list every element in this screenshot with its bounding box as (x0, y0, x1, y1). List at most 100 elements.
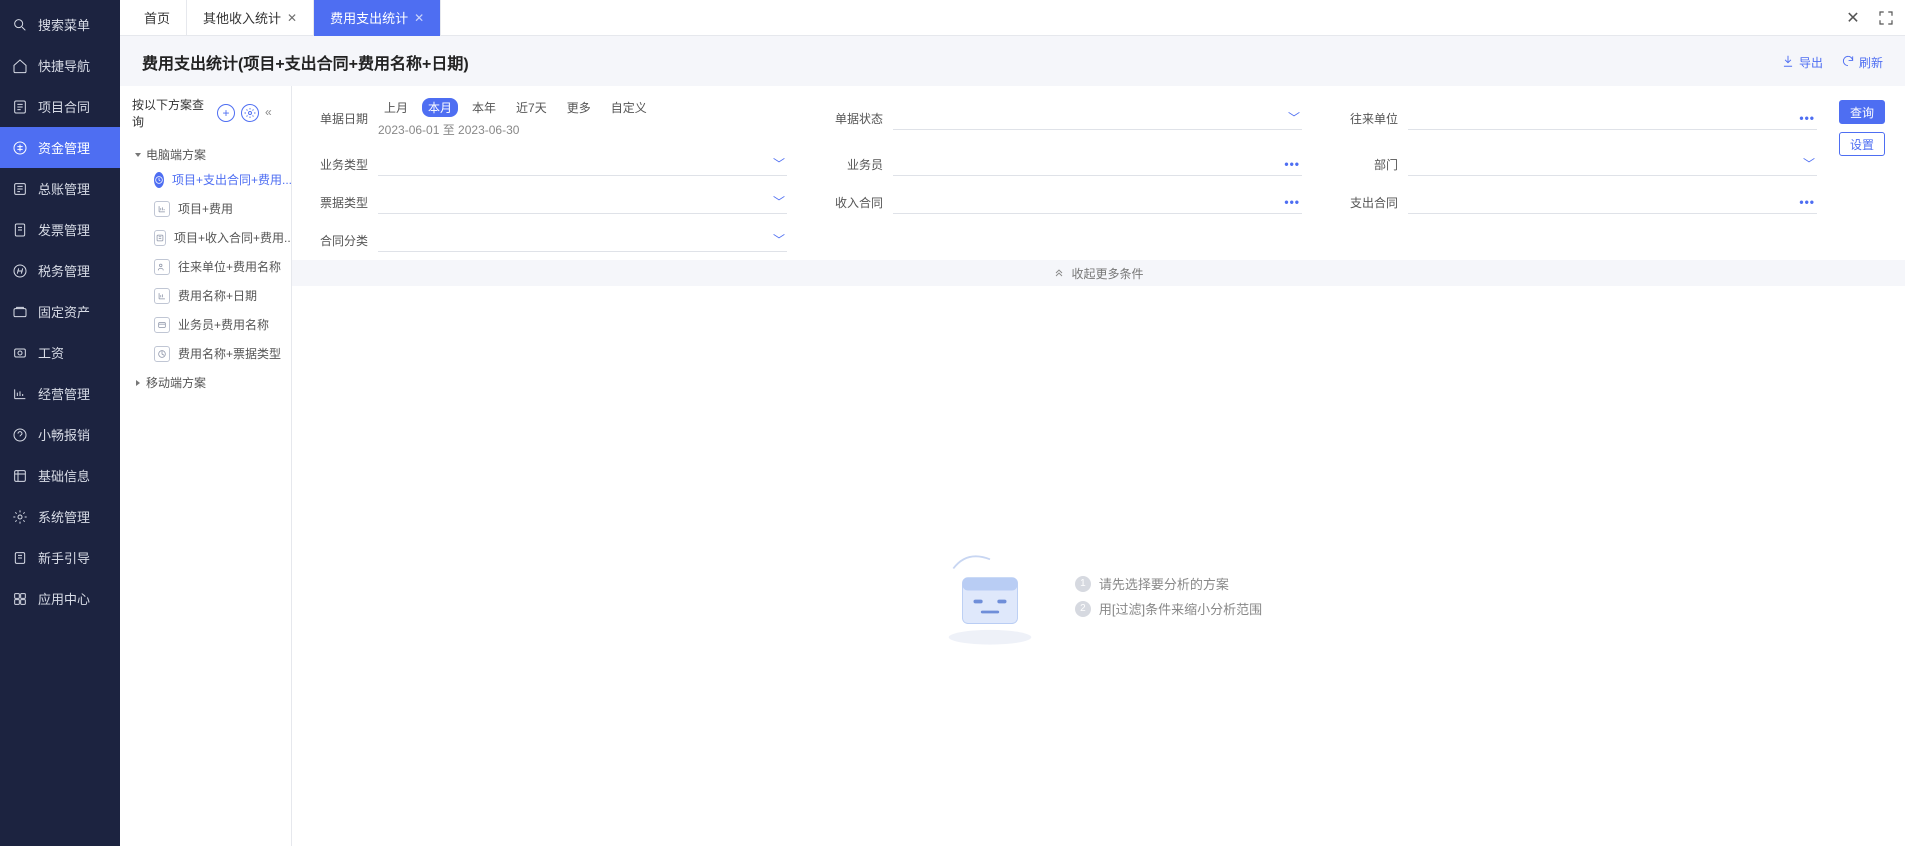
sidebar-item-label: 资金管理 (38, 138, 90, 157)
plan-settings-button[interactable] (241, 104, 259, 122)
plan-item-0-3[interactable]: 往来单位+费用名称 (120, 252, 291, 281)
sidebar-item-label: 新手引导 (38, 548, 90, 567)
sidebar-item-appcenter[interactable]: 应用中心 (0, 578, 120, 619)
sidebar-item-quicknav[interactable]: 快捷导航 (0, 45, 120, 86)
tab-close-icon[interactable]: ✕ (414, 11, 424, 25)
sidebar-item-label: 税务管理 (38, 261, 90, 280)
ellipsis-icon: ••• (1799, 195, 1815, 209)
plan-item-0-0[interactable]: 项目+支出合同+费用... (120, 165, 291, 194)
chevron-down-icon: ﹀ (773, 231, 785, 248)
biztype-select[interactable]: ﹀ (378, 152, 787, 176)
tab-home[interactable]: 首页 (128, 0, 187, 36)
sidebar-item-label: 小畅报销 (38, 425, 90, 444)
filter-billtype: 票据类型﹀ (312, 190, 787, 214)
date-opt-上月[interactable]: 上月 (378, 98, 414, 117)
partner-lookup[interactable]: ••• (1408, 106, 1817, 130)
plan-item-0-5[interactable]: 业务员+费用名称 (120, 310, 291, 339)
empty-step-2: 2 用[过滤]条件来缩小分析范围 (1075, 599, 1262, 618)
plan-tree: 电脑端方案项目+支出合同+费用... 项目+费用项目+收入合同+费用... 往来单位… (120, 140, 291, 401)
plan-item-0-1[interactable]: 项目+费用 (120, 194, 291, 223)
page-title: 费用支出统计(项目+支出合同+费用名称+日期) (142, 50, 469, 74)
empty-step-2-text: 用[过滤]条件来缩小分析范围 (1099, 599, 1262, 618)
date-opt-本月[interactable]: 本月 (422, 98, 458, 117)
sidebar-item-guide[interactable]: 新手引导 (0, 537, 120, 578)
sidebar-item-label: 系统管理 (38, 507, 90, 526)
collapse-filters-bar[interactable]: 收起更多条件 (292, 260, 1905, 286)
salesman-lookup[interactable]: ••• (893, 152, 1302, 176)
sidebar-item-search[interactable]: 搜索菜单 (0, 4, 120, 45)
plan-item-label: 费用名称+日期 (178, 287, 257, 304)
chevron-up-icon (1053, 266, 1065, 281)
settings-button[interactable]: 设置 (1839, 132, 1885, 156)
sidebar-item-operation[interactable]: 经营管理 (0, 373, 120, 414)
sidebar-item-xiaochang[interactable]: 小畅报销 (0, 414, 120, 455)
add-plan-button[interactable]: + (217, 104, 235, 122)
chevron-icon (136, 380, 140, 386)
sidebar-item-label: 项目合同 (38, 97, 90, 116)
plan-item-icon (154, 346, 170, 362)
contract_cat-select[interactable]: ﹀ (378, 228, 787, 252)
plan-item-icon (154, 201, 170, 217)
sidebar-item-project-contract[interactable]: 项目合同 (0, 86, 120, 127)
plan-group-1[interactable]: 移动端方案 (120, 368, 291, 393)
chevron-down-icon: ﹀ (773, 155, 785, 172)
plan-collapse-button[interactable]: « (265, 105, 281, 121)
filter-label: 收入合同 (827, 194, 883, 211)
empty-state: 1 请先选择要分析的方案 2 用[过滤]条件来缩小分析范围 (292, 286, 1905, 846)
date-opt-自定义[interactable]: 自定义 (605, 98, 653, 117)
filters: 单据日期上月本月本年近7天更多自定义2023-06-01 至 2023-06-3… (292, 86, 1905, 260)
filter-label: 合同分类 (312, 232, 368, 249)
sidebar-item-fund[interactable]: 资金管理 (0, 127, 120, 168)
fund-icon (12, 140, 28, 156)
sidebar-item-ledger[interactable]: 总账管理 (0, 168, 120, 209)
tabs-close-all[interactable]: ✕ (1841, 6, 1865, 30)
fixed-asset-icon (12, 304, 28, 320)
tab-close-icon[interactable]: ✕ (287, 11, 297, 25)
sidebar-item-salary[interactable]: 工资 (0, 332, 120, 373)
income_contract-lookup[interactable]: ••• (893, 190, 1302, 214)
status-select[interactable]: ﹀ (893, 106, 1302, 130)
quicknav-icon (12, 58, 28, 74)
filter-label: 单据日期 (312, 110, 368, 127)
step-number-1: 1 (1075, 576, 1091, 592)
sidebar-item-label: 总账管理 (38, 179, 90, 198)
sidebar-item-label: 工资 (38, 343, 64, 362)
filter-label: 业务类型 (312, 156, 368, 173)
fullscreen-icon[interactable] (1877, 9, 1895, 27)
tabs-bar: 首页其他收入统计✕ 费用支出统计 ✕ ✕ (120, 0, 1905, 36)
tab-home-label: 首页 (144, 8, 170, 27)
guide-icon (12, 550, 28, 566)
chevron-down-icon: ﹀ (1288, 109, 1300, 126)
expense_contract-lookup[interactable]: ••• (1408, 190, 1817, 214)
sidebar-item-tax[interactable]: 税务管理 (0, 250, 120, 291)
billtype-select[interactable]: ﹀ (378, 190, 787, 214)
export-button[interactable]: 导出 (1781, 54, 1823, 71)
dept-select[interactable]: ﹀ (1408, 152, 1817, 176)
filter-label: 单据状态 (827, 110, 883, 127)
export-icon (1781, 54, 1795, 71)
ledger-icon (12, 181, 28, 197)
sidebar-item-baseinfo[interactable]: 基础信息 (0, 455, 120, 496)
date-opt-本年[interactable]: 本年 (466, 98, 502, 117)
plan-group-0[interactable]: 电脑端方案 (120, 140, 291, 165)
filter-partner: 往来单位••• (1342, 98, 1817, 138)
filter-expense_contract: 支出合同••• (1342, 190, 1817, 214)
plan-item-label: 项目+费用 (178, 200, 233, 217)
plan-item-0-2[interactable]: 项目+收入合同+费用... (120, 223, 291, 252)
plan-panel: 按以下方案查询 + « 电脑端方案项目+支出合同+费用...项目+费用项目+收入… (120, 86, 292, 846)
plan-item-icon (154, 259, 170, 275)
sidebar-item-system[interactable]: 系统管理 (0, 496, 120, 537)
tab-0[interactable]: 其他收入统计✕ (187, 0, 314, 36)
refresh-button[interactable]: 刷新 (1841, 54, 1883, 71)
sidebar-item-invoice[interactable]: 发票管理 (0, 209, 120, 250)
query-button[interactable]: 查询 (1839, 100, 1885, 124)
plan-item-0-4[interactable]: 费用名称+日期 (120, 281, 291, 310)
sidebar-item-fixed-asset[interactable]: 固定资产 (0, 291, 120, 332)
refresh-icon (1841, 54, 1855, 71)
plan-item-label: 往来单位+费用名称 (178, 258, 281, 275)
tab-label: 费用支出统计 (330, 8, 408, 27)
date-opt-更多[interactable]: 更多 (561, 98, 597, 117)
plan-item-0-6[interactable]: 费用名称+票据类型 (120, 339, 291, 368)
date-opt-近7天[interactable]: 近7天 (510, 98, 553, 117)
tab-1[interactable]: 费用支出统计 ✕ (314, 0, 441, 36)
